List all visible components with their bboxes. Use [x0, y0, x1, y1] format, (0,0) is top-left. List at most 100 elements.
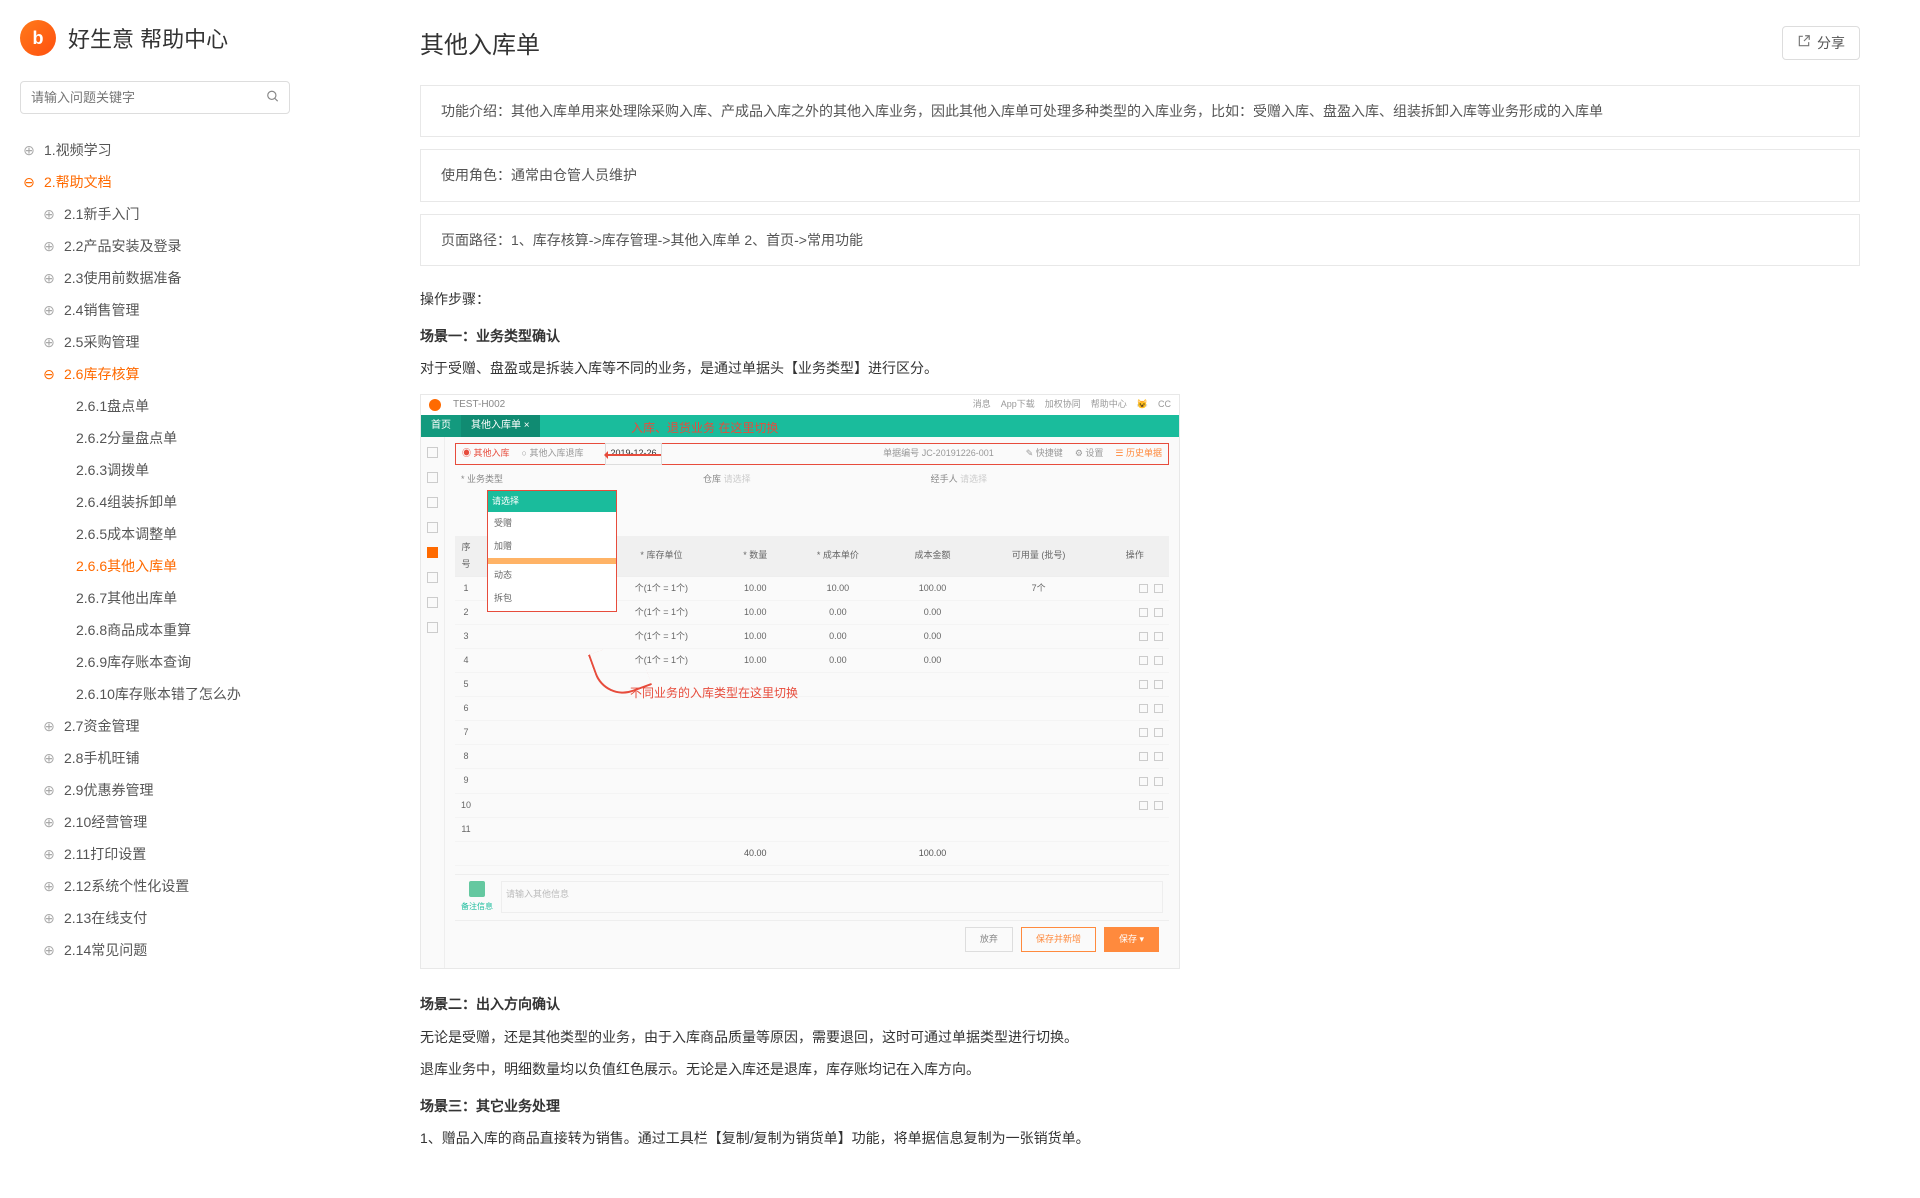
table-row: 4个(1个 = 1个)10.000.000.00 [455, 648, 1169, 672]
scene3-title: 场景三：其它业务处理 [420, 1093, 1860, 1120]
nav-other-inbound[interactable]: 2.6.6其他入库单 [20, 550, 290, 582]
plus-icon: ⊕ [40, 294, 58, 326]
scene2-p1: 无论是受赠，还是其他类型的业务，由于入库商品质量等原因，需要退回，这时可通过单据… [420, 1024, 1860, 1051]
search-box [20, 81, 290, 114]
nav-ledger-fix[interactable]: 2.6.10库存账本错了怎么办 [20, 678, 290, 710]
nav-coupon-mgmt[interactable]: ⊕2.9优惠券管理 [20, 774, 290, 806]
ss-logo-icon [429, 399, 441, 411]
table-row: 11 [455, 817, 1169, 841]
nav-cost-adjust[interactable]: 2.6.5成本调整单 [20, 518, 290, 550]
plus-icon: ⊕ [40, 934, 58, 966]
ss-side-icon [427, 622, 438, 633]
intro-box: 功能介绍：其他入库单用来处理除采购入库、产成品入库之外的其他入库业务，因此其他入… [420, 85, 1860, 137]
scene2-title: 场景二：出入方向确认 [420, 991, 1860, 1018]
ss-radio-return: ○ 其他入库退库 [522, 445, 584, 462]
nav-transfer[interactable]: 2.6.3调拨单 [20, 454, 290, 486]
ss-side-icon [427, 547, 438, 558]
ss-save-add-button: 保存并新增 [1021, 927, 1096, 952]
table-row: 7 [455, 721, 1169, 745]
ss-top-help: 帮助中心 [1091, 396, 1127, 413]
nav-fund-mgmt[interactable]: ⊕2.7资金管理 [20, 710, 290, 742]
nav-inventory-costing[interactable]: ⊖2.6库存核算 [20, 358, 290, 390]
ss-side-icon [427, 572, 438, 583]
ss-note-icon [469, 881, 485, 897]
plus-icon: ⊕ [40, 870, 58, 902]
scene3-p1: 1、赠品入库的商品直接转为销售。通过工具栏【复制/复制为销货单】功能，将单据信息… [420, 1125, 1860, 1152]
nav-install-login[interactable]: ⊕2.2产品安装及登录 [20, 230, 290, 262]
nav-partial-stocktake[interactable]: 2.6.2分量盘点单 [20, 422, 290, 454]
nav-recalc-cost[interactable]: 2.6.8商品成本重算 [20, 614, 290, 646]
path-box: 页面路径：1、库存核算->库存管理->其他入库单 2、首页->常用功能 [420, 214, 1860, 266]
nav-sales-mgmt[interactable]: ⊕2.4销售管理 [20, 294, 290, 326]
nav-help-docs[interactable]: ⊖2.帮助文档 [20, 166, 290, 198]
logo: b 好生意 帮助中心 [20, 20, 290, 56]
nav-biz-mgmt[interactable]: ⊕2.10经营管理 [20, 806, 290, 838]
table-row: 5 [455, 673, 1169, 697]
ss-side-icon [427, 497, 438, 508]
plus-icon: ⊕ [40, 742, 58, 774]
logo-text: 好生意 帮助中心 [68, 22, 228, 54]
nav-online-pay[interactable]: ⊕2.13在线支付 [20, 902, 290, 934]
ss-save-button: 保存 ▾ [1104, 927, 1159, 952]
scene2-p2: 退库业务中，明细数量均以负值红色展示。无论是入库还是退库，库存账均记在入库方向。 [420, 1056, 1860, 1083]
nav-data-prep[interactable]: ⊕2.3使用前数据准备 [20, 262, 290, 294]
plus-icon: ⊕ [40, 774, 58, 806]
plus-icon: ⊕ [40, 902, 58, 934]
nav-getting-started[interactable]: ⊕2.1新手入门 [20, 198, 290, 230]
nav-purchase-mgmt[interactable]: ⊕2.5采购管理 [20, 326, 290, 358]
main-content: 其他入库单 分享 功能介绍：其他入库单用来处理除采购入库、产成品入库之外的其他入… [310, 0, 1920, 1198]
nav-print-settings[interactable]: ⊕2.11打印设置 [20, 838, 290, 870]
share-button[interactable]: 分享 [1782, 26, 1860, 60]
nav-stocktake[interactable]: 2.6.1盘点单 [20, 390, 290, 422]
role-box: 使用角色：通常由仓管人员维护 [420, 149, 1860, 201]
nav-system-personalize[interactable]: ⊕2.12系统个性化设置 [20, 870, 290, 902]
ss-side-icon [427, 472, 438, 483]
plus-icon: ⊕ [40, 230, 58, 262]
scene1-title: 场景一：业务类型确认 [420, 323, 1860, 350]
ss-side-icon [427, 522, 438, 533]
share-icon [1797, 34, 1811, 51]
plus-icon: ⊕ [40, 262, 58, 294]
scene1-desc: 对于受赠、盘盈或是拆装入库等不同的业务，是通过单据头【业务类型】进行区分。 [420, 355, 1860, 382]
ss-annotation-1: 入库、退货业务 在这里切换 [631, 417, 778, 440]
minus-icon: ⊖ [20, 166, 38, 198]
table-row: 10 [455, 793, 1169, 817]
ss-top-collab: 加权协同 [1045, 396, 1081, 413]
ss-radio-inbound: ◉ 其他入库 [462, 445, 510, 462]
nav-video-learning[interactable]: ⊕1.视频学习 [20, 134, 290, 166]
plus-icon: ⊕ [40, 838, 58, 870]
plus-icon: ⊕ [40, 710, 58, 742]
ss-user: CC [1158, 396, 1171, 413]
nav-ledger-query[interactable]: 2.6.9库存账本查询 [20, 646, 290, 678]
sidebar: b 好生意 帮助中心 ⊕1.视频学习 ⊖2.帮助文档 ⊕2.1新手入门 ⊕2.2… [0, 0, 310, 1198]
embedded-screenshot: TEST-H002 消息 App下载 加权协同 帮助中心 😺 CC 首页 其他入… [420, 394, 1180, 969]
ss-side-icon [427, 597, 438, 608]
ss-top-msg: 消息 [973, 396, 991, 413]
ss-account: TEST-H002 [453, 395, 505, 414]
ss-annotation-2: 不同业务的入库类型在这里切换 [630, 682, 798, 705]
search-input[interactable] [20, 81, 290, 114]
table-totals: 40.00100.00 [455, 841, 1169, 865]
table-row: 6 [455, 697, 1169, 721]
ss-dropdown: 请选择 受赠 加赠 动态 拆包 [487, 490, 617, 611]
minus-icon: ⊖ [40, 358, 58, 390]
nav-mobile-shop[interactable]: ⊕2.8手机旺铺 [20, 742, 290, 774]
logo-icon: b [20, 20, 56, 56]
ss-top-app: App下载 [1001, 396, 1035, 413]
ss-tab-doc: 其他入库单 × [461, 415, 540, 437]
nav-other-outbound[interactable]: 2.6.7其他出库单 [20, 582, 290, 614]
nav-faq[interactable]: ⊕2.14常见问题 [20, 934, 290, 966]
ss-side-icon [427, 447, 438, 458]
steps-label: 操作步骤： [420, 286, 1860, 313]
article-body: 操作步骤： 场景一：业务类型确认 对于受赠、盘盈或是拆装入库等不同的业务，是通过… [420, 286, 1860, 1152]
ss-avatar-icon: 😺 [1137, 396, 1148, 413]
table-row: 9 [455, 769, 1169, 793]
table-row: 8 [455, 745, 1169, 769]
ss-note-input: 请输入其他信息 [501, 881, 1163, 913]
nav-assembly[interactable]: 2.6.4组装拆卸单 [20, 486, 290, 518]
page-title: 其他入库单 [420, 25, 540, 60]
plus-icon: ⊕ [40, 806, 58, 838]
table-row: 3个(1个 = 1个)10.000.000.00 [455, 624, 1169, 648]
ss-cancel-button: 放弃 [965, 927, 1013, 952]
ss-tab-home: 首页 [421, 415, 461, 437]
